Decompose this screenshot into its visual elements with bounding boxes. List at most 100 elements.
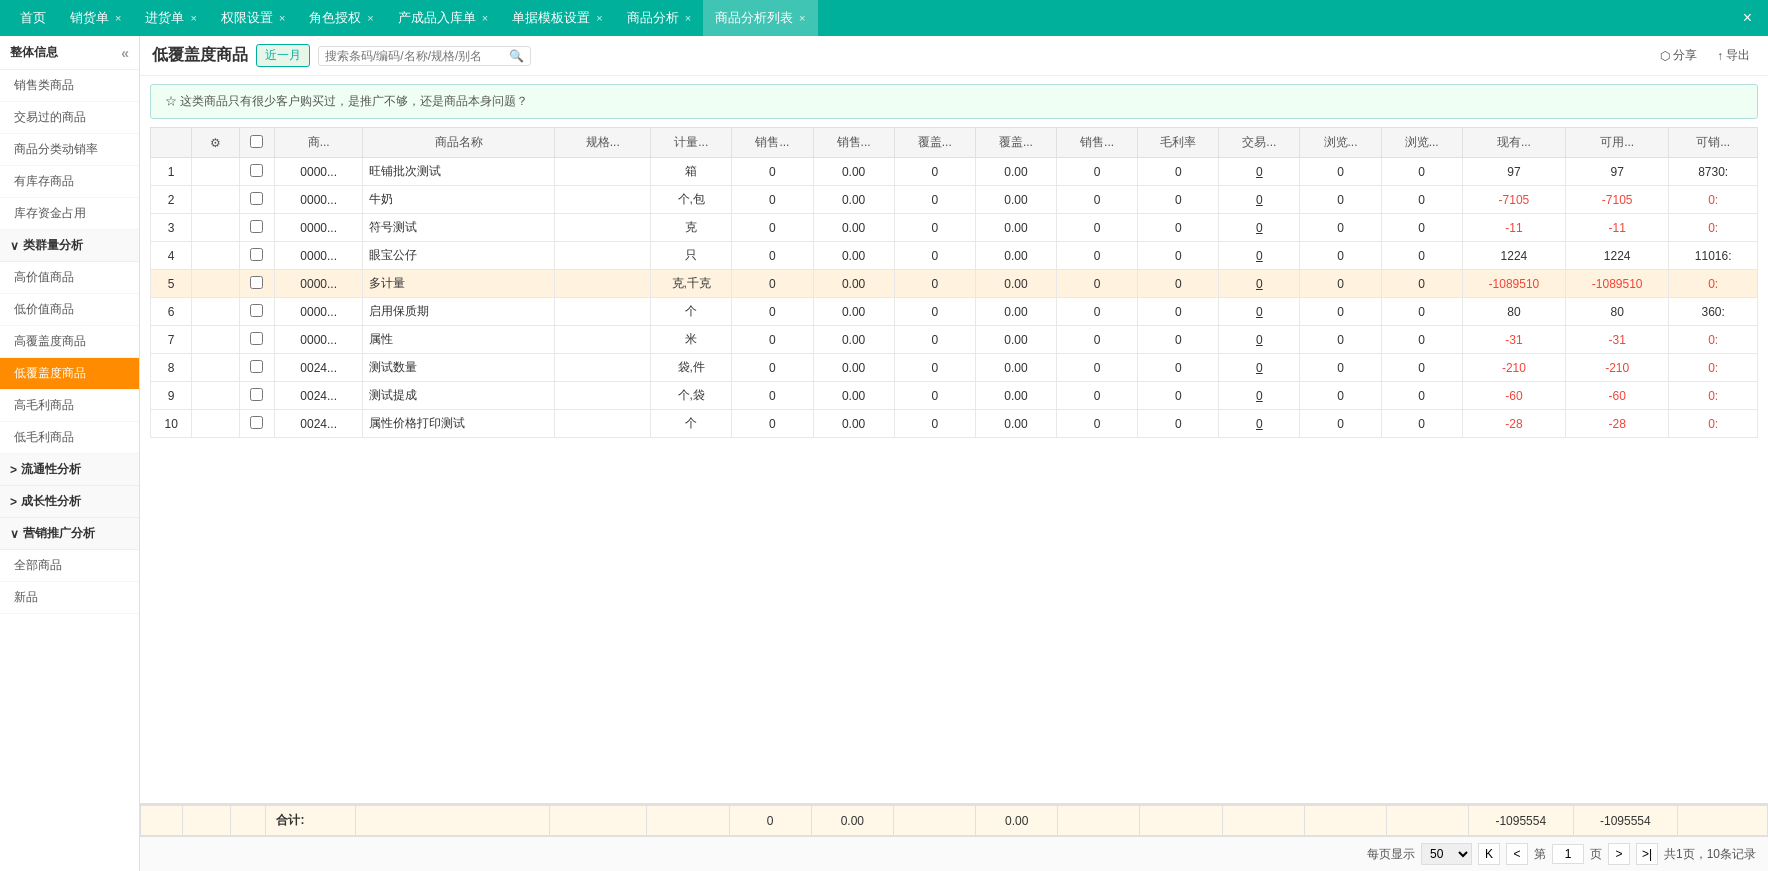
row-checkbox[interactable] — [250, 276, 263, 289]
close-finished-goods-tab[interactable]: × — [482, 0, 488, 36]
first-page-button[interactable]: K — [1478, 843, 1500, 865]
sidebar-item-sales-products[interactable]: 销售类商品 — [0, 70, 139, 102]
sales-qty-col-header[interactable]: 销售... — [732, 128, 813, 158]
transaction-cell[interactable]: 0 — [1219, 186, 1300, 214]
row-checkbox-cell[interactable] — [239, 326, 274, 354]
sidebar-item-category-turnover[interactable]: 商品分类动销率 — [0, 134, 139, 166]
close-role-tab[interactable]: × — [367, 0, 373, 36]
page-number-input[interactable] — [1552, 844, 1584, 864]
sidebar-item-traded-products[interactable]: 交易过的商品 — [0, 102, 139, 134]
current-stock-col-header[interactable]: 现有... — [1462, 128, 1565, 158]
row-checkbox[interactable] — [250, 164, 263, 177]
row-checkbox[interactable] — [250, 220, 263, 233]
sidebar-item-stock-capital[interactable]: 库存资金占用 — [0, 198, 139, 230]
row-checkbox[interactable] — [250, 304, 263, 317]
close-product-analysis-tab[interactable]: × — [685, 0, 691, 36]
transaction-col-header[interactable]: 交易... — [1219, 128, 1300, 158]
close-product-analysis-list-tab[interactable]: × — [799, 0, 805, 36]
row-checkbox-cell[interactable] — [239, 214, 274, 242]
export-button[interactable]: ↑ 导出 — [1711, 44, 1756, 67]
nav-tab-finished-goods[interactable]: 产成品入库单 × — [386, 0, 500, 36]
transaction-cell[interactable]: 0 — [1219, 270, 1300, 298]
close-purchase-order-tab[interactable]: × — [190, 0, 196, 36]
row-checkbox[interactable] — [250, 332, 263, 345]
sidebar-item-high-coverage[interactable]: 高覆盖度商品 — [0, 326, 139, 358]
row-checkbox-cell[interactable] — [239, 186, 274, 214]
transaction-cell[interactable]: 0 — [1219, 214, 1300, 242]
sellable-cell: 0: — [1669, 214, 1758, 242]
row-checkbox[interactable] — [250, 248, 263, 261]
close-template-tab[interactable]: × — [596, 0, 602, 36]
coverage2-col-header[interactable]: 覆盖... — [975, 128, 1056, 158]
close-permission-tab[interactable]: × — [279, 0, 285, 36]
nav-tab-purchase-order[interactable]: 进货单 × — [133, 0, 208, 36]
sales-price-col-header[interactable]: 销售... — [1056, 128, 1137, 158]
sidebar-item-new-products[interactable]: 新品 — [0, 582, 139, 614]
row-checkbox[interactable] — [250, 416, 263, 429]
sidebar-item-high-margin[interactable]: 高毛利商品 — [0, 390, 139, 422]
share-button[interactable]: ⬡ 分享 — [1654, 44, 1703, 67]
unit-col-header[interactable]: 计量... — [651, 128, 732, 158]
row-checkbox-cell[interactable] — [239, 270, 274, 298]
nav-tab-permission[interactable]: 权限设置 × — [209, 0, 297, 36]
sidebar-item-all-products[interactable]: 全部商品 — [0, 550, 139, 582]
available-stock-col-header[interactable]: 可用... — [1566, 128, 1669, 158]
per-page-select[interactable]: 50 20 100 200 — [1421, 843, 1472, 865]
transaction-cell[interactable]: 0 — [1219, 382, 1300, 410]
settings-col-header[interactable]: ⚙ — [192, 128, 239, 158]
transaction-cell[interactable]: 0 — [1219, 354, 1300, 382]
table-row: 3 0000... 符号测试 克 0 0.00 0 0.00 0 0 0 0 0… — [151, 214, 1758, 242]
row-checkbox-cell[interactable] — [239, 410, 274, 438]
next-page-button[interactable]: > — [1608, 843, 1630, 865]
nav-tab-product-analysis-list[interactable]: 商品分析列表 × — [703, 0, 817, 36]
nav-tab-role[interactable]: 角色授权 × — [297, 0, 385, 36]
sidebar-item-low-margin[interactable]: 低毛利商品 — [0, 422, 139, 454]
spec-col-header[interactable]: 规格... — [555, 128, 651, 158]
search-input[interactable] — [325, 49, 505, 63]
row-checkbox-cell[interactable] — [239, 382, 274, 410]
sidebar-item-low-value[interactable]: 低价值商品 — [0, 294, 139, 326]
sidebar-section-growth[interactable]: > 成长性分析 — [0, 486, 139, 518]
nav-tab-template[interactable]: 单据模板设置 × — [500, 0, 614, 36]
transaction-cell[interactable]: 0 — [1219, 410, 1300, 438]
row-checkbox[interactable] — [250, 388, 263, 401]
browse1-col-header[interactable]: 浏览... — [1300, 128, 1381, 158]
row-checkbox-cell[interactable] — [239, 158, 274, 186]
transaction-cell[interactable]: 0 — [1219, 158, 1300, 186]
gross-margin-col-header[interactable]: 毛利率 — [1138, 128, 1219, 158]
row-checkbox-cell[interactable] — [239, 298, 274, 326]
nav-tab-home[interactable]: 首页 — [8, 0, 58, 36]
checkbox-col-header[interactable] — [239, 128, 274, 158]
totals-sales-price-cell — [1058, 806, 1140, 836]
filter-recent-month-button[interactable]: 近一月 — [256, 44, 310, 67]
coverage1-col-header[interactable]: 覆盖... — [894, 128, 975, 158]
sidebar-section-cluster-analysis[interactable]: ∨ 类群量分析 — [0, 230, 139, 262]
sidebar-item-high-value[interactable]: 高价值商品 — [0, 262, 139, 294]
name-col-header[interactable]: 商品名称 — [363, 128, 555, 158]
row-checkbox[interactable] — [250, 192, 263, 205]
select-all-checkbox[interactable] — [250, 135, 263, 148]
code-col-header[interactable]: 商... — [274, 128, 363, 158]
last-page-button[interactable]: >| — [1636, 843, 1658, 865]
sidebar-section-liquidity[interactable]: > 流通性分析 — [0, 454, 139, 486]
sidebar-item-low-coverage[interactable]: 低覆盖度商品 — [0, 358, 139, 390]
browse2-col-header[interactable]: 浏览... — [1381, 128, 1462, 158]
window-close-button[interactable]: × — [1735, 9, 1760, 27]
sales-amt-col-header[interactable]: 销售... — [813, 128, 894, 158]
search-icon[interactable]: 🔍 — [509, 49, 524, 63]
sidebar-collapse-button[interactable]: « — [121, 45, 129, 61]
nav-tab-product-analysis[interactable]: 商品分析 × — [615, 0, 703, 36]
nav-tab-sales-order[interactable]: 销货单 × — [58, 0, 133, 36]
row-checkbox-cell[interactable] — [239, 354, 274, 382]
transaction-cell[interactable]: 0 — [1219, 298, 1300, 326]
sellable-col-header[interactable]: 可销... — [1669, 128, 1758, 158]
prev-page-button[interactable]: < — [1506, 843, 1528, 865]
transaction-cell[interactable]: 0 — [1219, 326, 1300, 354]
coverage2-cell: 0.00 — [975, 326, 1056, 354]
sidebar-item-in-stock[interactable]: 有库存商品 — [0, 166, 139, 198]
close-sales-order-tab[interactable]: × — [115, 0, 121, 36]
row-checkbox[interactable] — [250, 360, 263, 373]
transaction-cell[interactable]: 0 — [1219, 242, 1300, 270]
sidebar-section-marketing[interactable]: ∨ 营销推广分析 — [0, 518, 139, 550]
row-checkbox-cell[interactable] — [239, 242, 274, 270]
